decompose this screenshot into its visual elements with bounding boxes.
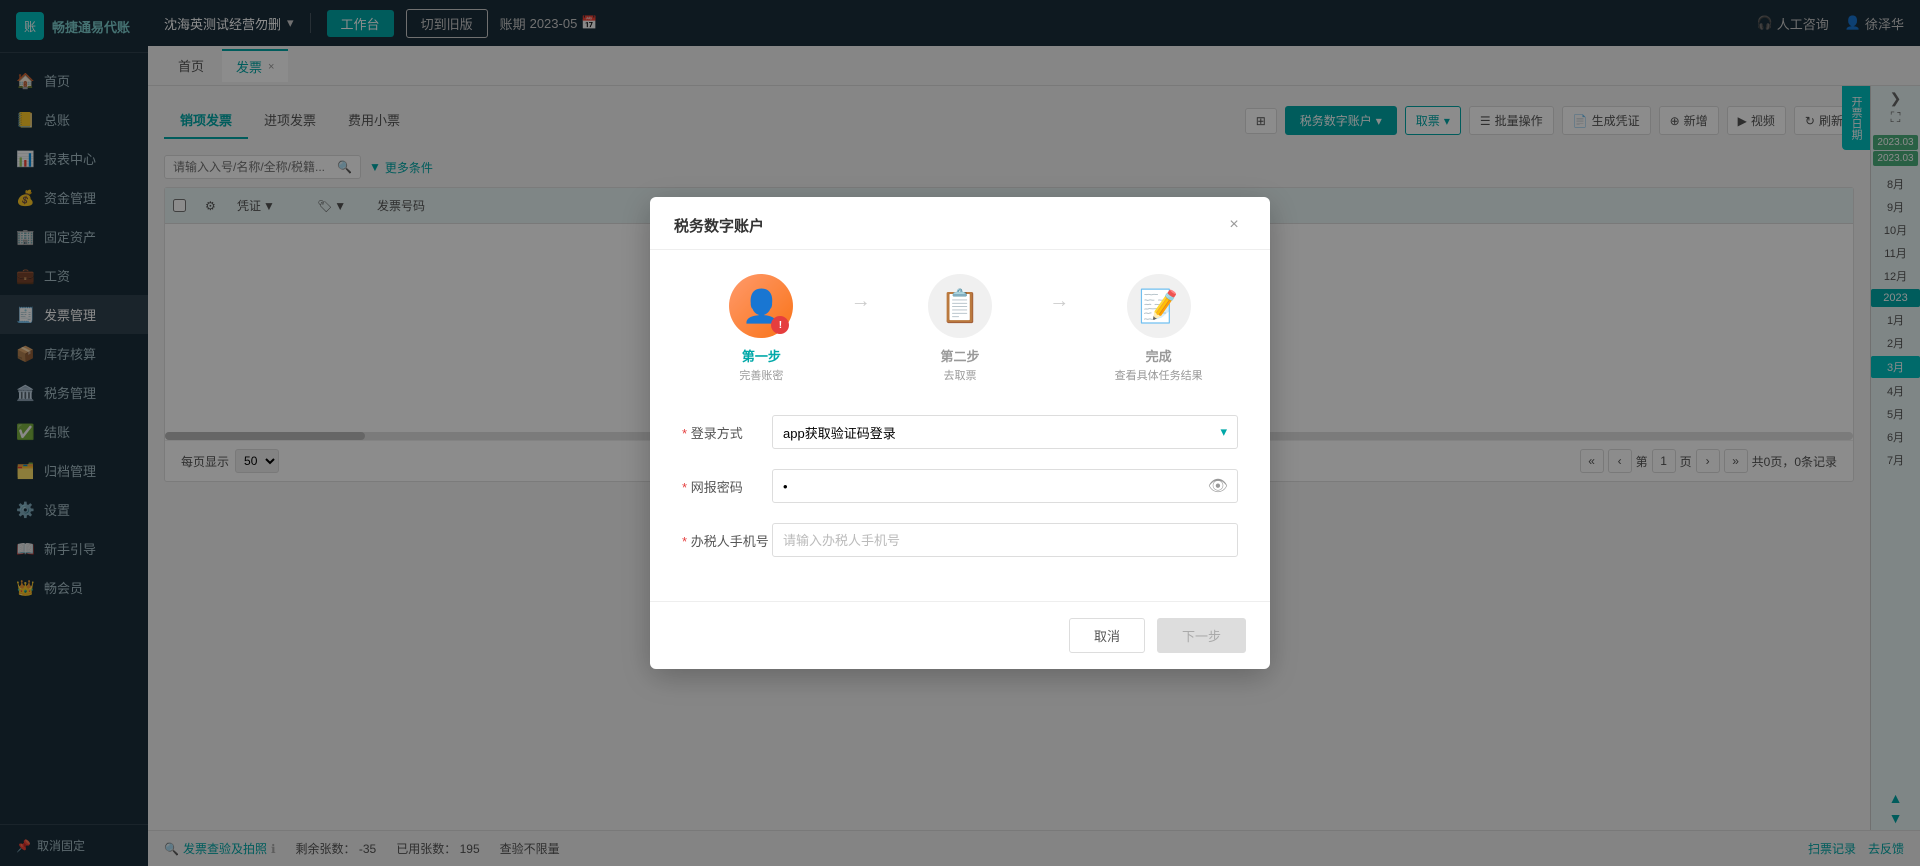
phone-required-mark: * [682,534,687,549]
cancel-button[interactable]: 取消 [1069,618,1145,653]
modal-footer: 取消 下一步 [650,601,1270,669]
password-input-wrapper: 👁 [772,469,1238,503]
login-method-row: * 登录方式 app获取验证码登录 ▾ [682,415,1238,449]
login-required-mark: * [682,426,687,441]
modal-header: 税务数字账户 × [650,197,1270,250]
step-arrow-2: → [1039,274,1079,313]
password-required-mark: * [682,480,687,495]
login-method-text: 登录方式 [691,426,743,441]
modal-overlay[interactable]: 税务数字账户 × 👤 ! 第一步 完善账密 → [0,0,1920,866]
password-row: * 网报密码 👁 [682,469,1238,503]
phone-label: * 办税人手机号 [682,531,772,550]
password-label: * 网报密码 [682,477,772,496]
tax-digital-modal: 税务数字账户 × 👤 ! 第一步 完善账密 → [650,197,1270,669]
step-1-desc: 完善账密 [739,367,783,383]
step-1-icon-wrapper: 👤 ! [729,274,793,338]
modal-body: 👤 ! 第一步 完善账密 → 📋 第二步 去取票 → [650,250,1270,601]
login-method-value: app获取验证码登录 [783,423,896,442]
step-3-label: 完成 [1146,346,1172,365]
step-3-desc: 查看具体任务结果 [1115,367,1203,383]
step-2-label: 第二步 [941,346,980,365]
phone-label-text: 办税人手机号 [691,534,769,549]
login-method-label: * 登录方式 [682,423,772,442]
step-3-icon-wrapper: 📝 [1127,274,1191,338]
phone-input[interactable] [772,523,1238,557]
step-2-icon-wrapper: 📋 [928,274,992,338]
modal-title: 税务数字账户 [674,215,764,236]
step-3-icon: 📝 [1139,287,1179,325]
step-1-label: 第一步 [742,346,781,365]
step-2: 📋 第二步 去取票 [881,274,1040,383]
close-icon: × [1229,216,1238,234]
password-label-text: 网报密码 [691,480,743,495]
phone-row: * 办税人手机号 [682,523,1238,557]
step-3: 📝 完成 查看具体任务结果 [1079,274,1238,383]
step-arrow-1: → [841,274,881,313]
password-input[interactable] [772,469,1238,503]
modal-close-button[interactable]: × [1222,213,1246,237]
next-button[interactable]: 下一步 [1157,618,1246,653]
select-dropdown-icon: ▾ [1220,424,1227,440]
step-2-icon: 📋 [940,287,980,325]
step-1: 👤 ! 第一步 完善账密 [682,274,841,383]
steps-indicator: 👤 ! 第一步 完善账密 → 📋 第二步 去取票 → [682,274,1238,383]
login-method-select[interactable]: app获取验证码登录 ▾ [772,415,1238,449]
password-eye-icon[interactable]: 👁 [1208,476,1228,496]
step-2-desc: 去取票 [944,367,977,383]
step-1-badge: ! [771,316,789,334]
